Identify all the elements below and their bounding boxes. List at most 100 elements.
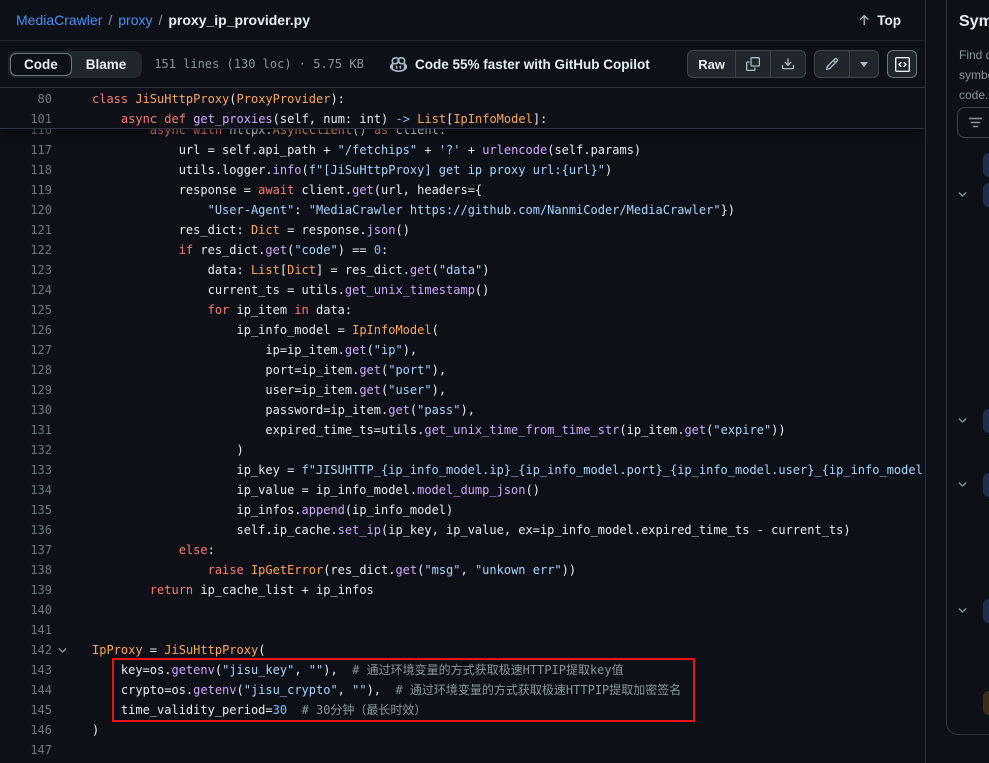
gutter — [52, 680, 72, 700]
line-number[interactable]: 147 — [0, 740, 52, 760]
line-number[interactable]: 125 — [0, 300, 52, 320]
gutter — [52, 400, 72, 420]
edit-pencil-icon[interactable] — [815, 51, 849, 77]
line-number[interactable]: 138 — [0, 560, 52, 580]
chevron-down-icon[interactable] — [957, 415, 968, 426]
copy-icon[interactable] — [735, 51, 770, 77]
code-line: 131 expired_time_ts=utils.get_unix_time_… — [0, 420, 924, 440]
code-text: "User-Agent": "MediaCrawler https://gith… — [72, 200, 924, 220]
line-number[interactable]: 133 — [0, 460, 52, 480]
line-number[interactable]: 128 — [0, 360, 52, 380]
symbol-item[interactable] — [947, 691, 989, 715]
gutter — [52, 620, 72, 640]
code-line: 124 current_ts = utils.get_unix_timestam… — [0, 280, 924, 300]
line-number[interactable]: 146 — [0, 720, 52, 740]
line-number[interactable]: 142 — [0, 640, 52, 660]
line-number[interactable]: 123 — [0, 260, 52, 280]
symbol-kind-icon[interactable] — [983, 473, 989, 497]
code-text: ip_value = ip_info_model.model_dump_json… — [72, 480, 924, 500]
symbols-tree — [947, 0, 989, 734]
tab-blame[interactable]: Blame — [72, 53, 141, 76]
code-line: 118 utils.logger.info(f"[JiSuHttpProxy] … — [0, 160, 924, 180]
code-line: 120 "User-Agent": "MediaCrawler https://… — [0, 200, 924, 220]
file-view-pane: MediaCrawler / proxy / proxy_ip_provider… — [0, 0, 926, 763]
line-number[interactable]: 144 — [0, 680, 52, 700]
copilot-banner-text: Code 55% faster with GitHub Copilot — [415, 57, 650, 72]
code-line: 137 else: — [0, 540, 924, 560]
line-number[interactable]: 134 — [0, 480, 52, 500]
symbol-item[interactable] — [947, 183, 989, 207]
scroll-to-top-button[interactable]: Top — [849, 9, 909, 32]
code-line: 130 password=ip_item.get("pass"), — [0, 400, 924, 420]
gutter — [52, 260, 72, 280]
line-number[interactable]: 80 — [0, 89, 52, 109]
symbol-item[interactable] — [947, 409, 989, 433]
chevron-down-icon[interactable] — [957, 479, 968, 490]
line-number[interactable]: 141 — [0, 620, 52, 640]
code-text: raise IpGetError(res_dict.get("msg", "un… — [72, 560, 924, 580]
file-meta-info: 151 lines (130 loc) · 5.75 KB — [154, 57, 364, 71]
gutter — [52, 500, 72, 520]
breadcrumb-dir-link[interactable]: proxy — [118, 12, 152, 28]
gutter — [52, 460, 72, 480]
symbol-kind-icon[interactable] — [983, 691, 989, 715]
tab-code[interactable]: Code — [10, 53, 72, 76]
symbol-item[interactable] — [947, 599, 989, 623]
line-number[interactable]: 117 — [0, 140, 52, 160]
line-number[interactable]: 130 — [0, 400, 52, 420]
copilot-banner[interactable]: Code 55% faster with GitHub Copilot — [390, 56, 650, 73]
line-number[interactable]: 132 — [0, 440, 52, 460]
edit-dropdown-caret-icon[interactable] — [849, 51, 878, 77]
line-number[interactable]: 121 — [0, 220, 52, 240]
symbol-item[interactable] — [947, 473, 989, 497]
gutter — [52, 280, 72, 300]
line-number[interactable]: 119 — [0, 180, 52, 200]
file-toolbar: Code Blame 151 lines (130 loc) · 5.75 KB… — [0, 41, 925, 88]
line-number[interactable]: 127 — [0, 340, 52, 360]
code-line: 123 data: List[Dict] = res_dict.get("dat… — [0, 260, 924, 280]
gutter — [52, 740, 72, 760]
line-number[interactable]: 101 — [0, 109, 52, 129]
code-text: ip_key = f"JISUHTTP_{ip_info_model.ip}_{… — [72, 460, 924, 480]
line-number[interactable]: 126 — [0, 320, 52, 340]
code-text: async def get_proxies(self, num: int) ->… — [72, 109, 924, 129]
code-line: 138 raise IpGetError(res_dict.get("msg",… — [0, 560, 924, 580]
code-symbols-toggle-button[interactable] — [887, 50, 917, 78]
line-number[interactable]: 124 — [0, 280, 52, 300]
symbol-kind-icon[interactable] — [983, 183, 989, 207]
code-text: self.ip_cache.set_ip(ip_key, ip_value, e… — [72, 520, 924, 540]
code-text: url = self.api_path + "/fetchips" + '?' … — [72, 140, 924, 160]
code-line: 122 if res_dict.get("code") == 0: — [0, 240, 924, 260]
line-number[interactable]: 129 — [0, 380, 52, 400]
symbol-kind-icon[interactable] — [983, 153, 989, 177]
collapse-chevron-icon[interactable] — [52, 640, 72, 660]
line-number[interactable]: 131 — [0, 420, 52, 440]
symbol-item[interactable] — [947, 153, 989, 177]
gutter — [52, 140, 72, 160]
code-text: return ip_cache_list + ip_infos — [72, 580, 924, 600]
line-number[interactable]: 120 — [0, 200, 52, 220]
breadcrumb-repo-link[interactable]: MediaCrawler — [16, 12, 102, 28]
line-number[interactable]: 136 — [0, 520, 52, 540]
code-text: key=os.getenv("jisu_key", ""), # 通过环境变量的… — [72, 660, 924, 680]
chevron-down-icon[interactable] — [957, 605, 968, 616]
line-number[interactable]: 135 — [0, 500, 52, 520]
raw-button[interactable]: Raw — [688, 51, 735, 77]
line-number[interactable]: 118 — [0, 160, 52, 180]
line-number[interactable]: 145 — [0, 700, 52, 720]
code-line: 136 self.ip_cache.set_ip(ip_key, ip_valu… — [0, 520, 924, 540]
code-line: 140 — [0, 600, 924, 620]
chevron-down-icon[interactable] — [957, 189, 968, 200]
symbol-kind-icon[interactable] — [983, 599, 989, 623]
gutter — [52, 420, 72, 440]
download-icon[interactable] — [770, 51, 805, 77]
line-number[interactable]: 139 — [0, 580, 52, 600]
code-text: user=ip_item.get("user"), — [72, 380, 924, 400]
sticky-context-lines: 80class JiSuHttpProxy(ProxyProvider):101… — [0, 89, 924, 129]
line-number[interactable]: 137 — [0, 540, 52, 560]
line-number[interactable]: 140 — [0, 600, 52, 620]
line-number[interactable]: 122 — [0, 240, 52, 260]
breadcrumb-separator: / — [108, 12, 112, 28]
symbol-kind-icon[interactable] — [983, 409, 989, 433]
line-number[interactable]: 143 — [0, 660, 52, 680]
